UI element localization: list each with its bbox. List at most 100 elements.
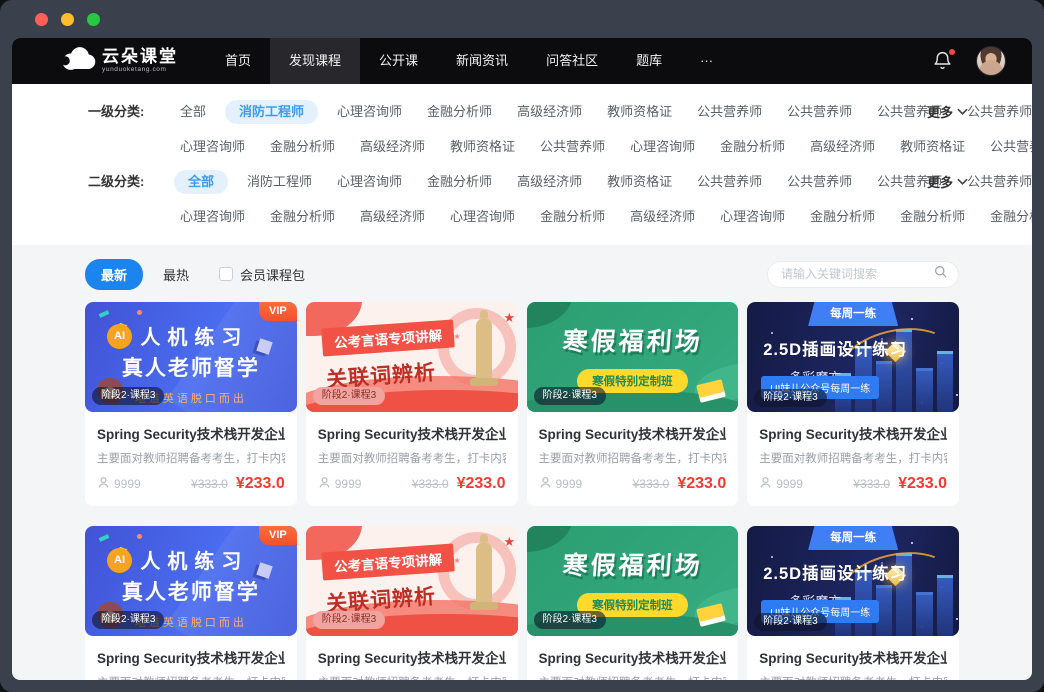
category-chip[interactable]: 公共营养师 — [781, 170, 858, 194]
tab-hottest[interactable]: 最热 — [163, 265, 189, 284]
notification-dot — [949, 49, 955, 55]
course-card[interactable]: 每周一练 2.5D插画设计练习 ——多彩魔方 UI妹儿公众号每周一练 阶段2·课… — [747, 526, 959, 680]
nav-item-open-classes[interactable]: 公开课 — [360, 38, 437, 84]
notification-bell-icon[interactable] — [932, 49, 955, 72]
category-chip[interactable]: 心理咨询师 — [444, 205, 521, 229]
banner-title: 2.5D插画设计练习 — [763, 565, 908, 583]
category-chip[interactable]: 高级经济师 — [511, 100, 588, 124]
search-box[interactable] — [767, 260, 959, 288]
category-chip[interactable]: 公共营养师 — [781, 100, 858, 124]
course-title[interactable]: Spring Security技术栈开发企业下的交... — [97, 647, 285, 667]
course-title[interactable]: Spring Security技术栈开发企业 — [759, 647, 947, 667]
vip-badge: VIP — [259, 526, 297, 545]
course-title[interactable]: Spring Security技术栈开发企业 — [318, 423, 506, 443]
category-chip[interactable]: 教师资格证 — [444, 135, 521, 159]
category-chip[interactable]: 金融分析师 — [421, 100, 498, 124]
category-chip[interactable]: 心理咨询师 — [624, 135, 701, 159]
logo-title: 云朵课堂 — [102, 47, 178, 67]
category-chip[interactable]: 金融分析师 — [984, 205, 1032, 229]
member-package-filter[interactable]: 会员课程包 — [219, 265, 305, 284]
category-chip[interactable]: 公共营养师 — [691, 100, 768, 124]
category-chip[interactable]: 金融分析师 — [534, 205, 611, 229]
category-chip[interactable]: 公共营养师 — [691, 170, 768, 194]
decor-stars — [771, 332, 774, 334]
nav-item-discover-courses[interactable]: 发现课程 — [270, 38, 361, 84]
course-description: 主要面对教师招聘备考考生，打卡内容包括... — [317, 453, 506, 465]
nav-item-question-bank[interactable]: 题库 — [617, 38, 681, 84]
nav-item-more-ellipsis[interactable]: ··· — [681, 38, 732, 84]
filter-level2-label: 二级分类: — [88, 174, 145, 189]
stage-badge: 阶段2·课程3 — [92, 611, 165, 629]
category-chip[interactable]: 高级经济师 — [804, 135, 881, 159]
stage-badge: 阶段2·课程3 — [533, 387, 606, 405]
original-price: ¥333.0 — [853, 477, 891, 491]
course-banner-navy: 每周一练 2.5D插画设计练习 ——多彩魔方 UI妹儿公众号每周一练 阶段2·课… — [747, 302, 959, 412]
close-window-button[interactable] — [35, 12, 48, 26]
search-icon[interactable] — [933, 264, 948, 284]
category-chip[interactable]: 教师资格证 — [601, 100, 678, 124]
minimize-window-button[interactable] — [61, 12, 74, 26]
category-chip[interactable]: 公共营养师 — [961, 100, 1032, 124]
course-title[interactable]: Spring Security技术栈开发企业下的交... — [97, 423, 285, 443]
zoom-window-button[interactable] — [87, 12, 100, 26]
course-title[interactable]: Spring Security技术栈开发企业 — [759, 423, 947, 443]
category-chip[interactable]: 心理咨询师 — [174, 135, 251, 159]
category-chip[interactable]: 教师资格证 — [601, 170, 678, 194]
student-count: 9999 — [318, 476, 361, 492]
nav-item-home[interactable]: 首页 — [206, 38, 270, 84]
category-chip[interactable]: 心理咨询师 — [331, 170, 408, 194]
course-card[interactable]: 公考言语专项讲解 关联词辨析 阶段2·课程3 Spring Security技术… — [305, 302, 518, 506]
member-package-checkbox[interactable] — [219, 267, 234, 281]
category-chip[interactable]: 心理咨询师 — [174, 205, 251, 229]
decor-monument — [469, 534, 498, 610]
window-titlebar — [0, 0, 1044, 38]
category-chip[interactable]: 全部 — [174, 100, 212, 124]
course-banner-navy: 每周一练 2.5D插画设计练习 ——多彩魔方 UI妹儿公众号每周一练 阶段2·课… — [747, 526, 959, 636]
category-chip[interactable]: 金融分析师 — [264, 135, 341, 159]
nav-item-news[interactable]: 新闻资讯 — [437, 38, 527, 84]
course-description: 主要面对教师招聘备考考生，打卡内容包括... — [759, 674, 947, 680]
category-chip[interactable]: 心理咨询师 — [714, 205, 791, 229]
course-description: 主要面对教师招聘备考考生，打卡内容包括... — [318, 674, 506, 680]
category-chip[interactable]: 高级经济师 — [354, 205, 431, 229]
category-chip[interactable]: 金融分析师 — [894, 205, 971, 229]
course-title[interactable]: Spring Security技术栈开发企业 — [539, 423, 727, 443]
category-chip[interactable]: 消防工程师 — [241, 170, 318, 194]
category-chip[interactable]: 金融分析师 — [804, 205, 881, 229]
course-card[interactable]: 寒假福利场 寒假特别定制班 阶段2·课程3 Spring Security技术栈… — [526, 302, 739, 506]
current-price: ¥233.0 — [898, 475, 947, 492]
course-title[interactable]: Spring Security技术栈开发企业 — [539, 647, 727, 667]
logo[interactable]: 云朵课堂 yunduoketang.com — [58, 45, 178, 78]
course-title[interactable]: Spring Security技术栈开发企业下的交... — [318, 647, 506, 667]
category-chip[interactable]: 高级经济师 — [354, 135, 431, 159]
tab-newest[interactable]: 最新 — [85, 258, 144, 290]
category-chip-selected[interactable]: 消防工程师 — [225, 100, 319, 124]
current-price: ¥233.0 — [235, 475, 285, 492]
category-chip[interactable]: 金融分析师 — [714, 135, 791, 159]
top-navbar: 云朵课堂 yunduoketang.com 首页 发现课程 公开课 新闻资讯 问… — [12, 38, 1032, 84]
more-button-level1[interactable]: 更多 — [927, 102, 968, 121]
category-chip[interactable]: 高级经济师 — [624, 205, 701, 229]
category-chip[interactable]: 心理咨询师 — [331, 100, 408, 124]
course-card[interactable]: 寒假福利场 寒假特别定制班 阶段2·课程3 Spring Security技术栈… — [526, 526, 739, 680]
vip-badge: VIP — [259, 302, 297, 321]
category-chip[interactable]: 高级经济师 — [511, 170, 588, 194]
category-chip[interactable]: 金融分析师 — [421, 170, 498, 194]
category-chip[interactable]: 公共营养师 — [534, 135, 611, 159]
person-icon — [97, 476, 110, 492]
search-input[interactable] — [781, 267, 933, 281]
course-card[interactable]: AI VIP 人机练习 真人老师督学 地道英语脱口而出 阶段2·课程3 Spri… — [85, 526, 297, 680]
nav-item-qa-community[interactable]: 问答社区 — [527, 38, 617, 84]
person-icon — [318, 476, 331, 492]
more-button-level2[interactable]: 更多 — [927, 172, 968, 191]
course-card[interactable]: 每周一练 2.5D插画设计练习 ——多彩魔方 UI妹儿公众号每周一练 阶段2·课… — [747, 302, 959, 506]
category-chip-selected[interactable]: 全部 — [174, 170, 229, 194]
category-chip[interactable]: 教师资格证 — [894, 135, 971, 159]
category-chip[interactable]: 公共营养师 — [961, 170, 1032, 194]
user-avatar[interactable] — [976, 46, 1006, 76]
course-card[interactable]: AI VIP 人机练习 真人老师督学 地道英语脱口而出 阶段2·课程3 Spri… — [85, 302, 297, 506]
category-chip[interactable]: 公共营养师 — [984, 135, 1032, 159]
course-description: 主要面对教师招聘备考考生，打卡内容包括... — [97, 674, 285, 680]
category-chip[interactable]: 金融分析师 — [264, 205, 341, 229]
course-card[interactable]: 公考言语专项讲解 关联词辨析 阶段2·课程3 Spring Security技术… — [305, 526, 518, 680]
